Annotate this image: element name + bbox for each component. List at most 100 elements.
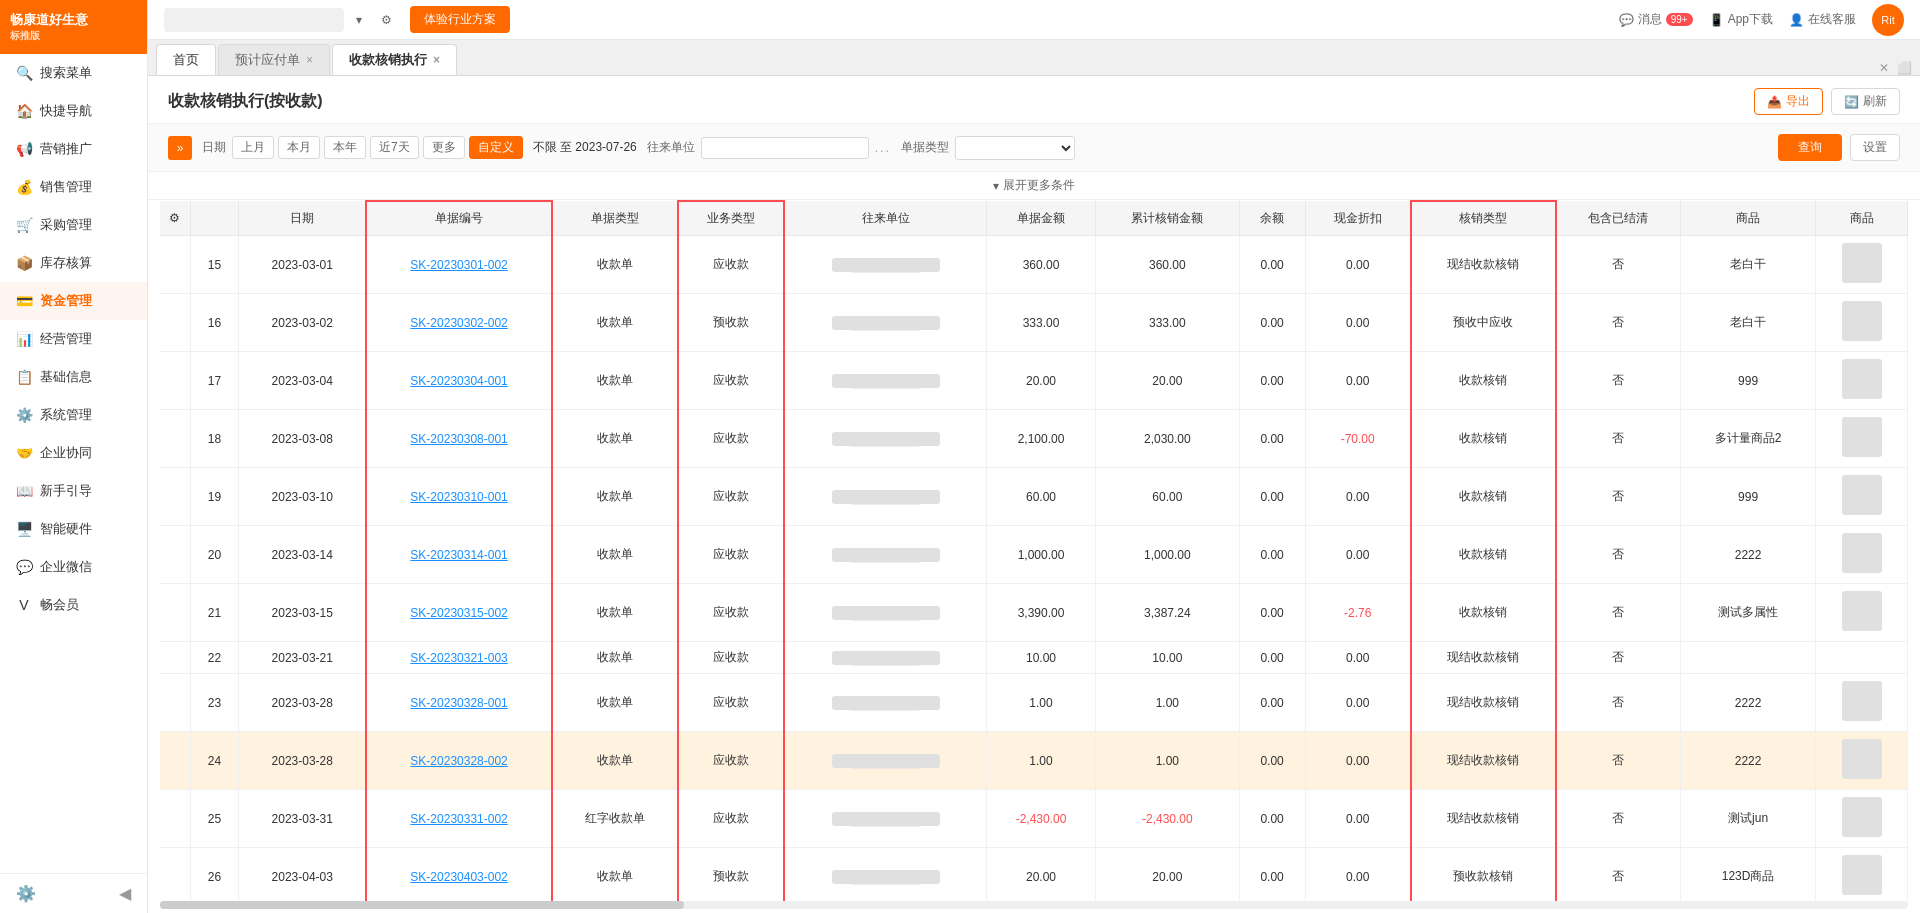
cell-voucher-no: SK-20230302-002 (366, 294, 552, 352)
voucher-link[interactable]: SK-20230321-003 (410, 651, 507, 665)
cell-cum-verify: 1,000.00 (1096, 526, 1239, 584)
sidebar-item-basic[interactable]: 📋基础信息 (0, 358, 147, 396)
notifications-area[interactable]: 💬 消息 99+ (1619, 11, 1693, 28)
cell-cash-discount: 0.00 (1305, 674, 1411, 732)
partner-input[interactable] (701, 137, 869, 159)
col-seq (190, 201, 239, 236)
sidebar-item-system[interactable]: ⚙️系统管理 (0, 396, 147, 434)
cell-settings (160, 526, 190, 584)
cell-amount: 2,100.00 (986, 410, 1095, 468)
voucher-link[interactable]: SK-20230328-001 (410, 696, 507, 710)
cell-balance: 0.00 (1239, 468, 1305, 526)
voucher-link[interactable]: SK-20230328-002 (410, 754, 507, 768)
last-month-btn[interactable]: 上月 (232, 136, 274, 159)
maximize-icon[interactable]: ⬜ (1897, 61, 1912, 75)
industry-solution-button[interactable]: 体验行业方案 (410, 6, 510, 33)
voucher-link[interactable]: SK-20230403-002 (410, 870, 507, 884)
custom-date-btn[interactable]: 自定义 (469, 136, 523, 159)
refresh-button[interactable]: 🔄 刷新 (1831, 88, 1900, 115)
topbar-brand (164, 8, 344, 32)
this-year-btn[interactable]: 本年 (324, 136, 366, 159)
tab-close-collection-verify[interactable]: × (433, 53, 440, 67)
col-settings[interactable]: ⚙ (160, 201, 190, 236)
sidebar-item-guide[interactable]: 📖新手引导 (0, 472, 147, 510)
voucher-link[interactable]: SK-20230301-002 (410, 258, 507, 272)
cell-date: 2023-03-28 (239, 732, 366, 790)
cell-goods: 2222 (1681, 526, 1816, 584)
cell-include-settled: 否 (1556, 410, 1681, 468)
sidebar-item-member[interactable]: V畅会员 (0, 586, 147, 624)
sidebar-item-purchase[interactable]: 🛒采购管理 (0, 206, 147, 244)
collapse-icon[interactable]: ◀ (119, 884, 131, 903)
cell-goods: 123D商品 (1681, 848, 1816, 902)
cell-cum-verify: 1.00 (1096, 732, 1239, 790)
tab-collection-verify[interactable]: 收款核销执行× (332, 44, 457, 75)
gear-icon[interactable]: ⚙ (374, 8, 398, 32)
cell-verify-type: 现结收款核销 (1411, 790, 1556, 848)
cell-partner: ████████ (784, 468, 986, 526)
cell-goods: 2222 (1681, 732, 1816, 790)
voucher-link[interactable]: SK-20230310-001 (410, 490, 507, 504)
last-7days-btn[interactable]: 近7天 (370, 136, 419, 159)
expand-more-bar[interactable]: ▾ 展开更多条件 (148, 172, 1920, 200)
settings-icon[interactable]: ⚙️ (16, 884, 36, 903)
query-button[interactable]: 查询 (1778, 134, 1842, 161)
cell-biz-type: 应收款 (678, 526, 784, 584)
scrollbar-thumb[interactable] (160, 901, 684, 909)
sidebar-item-search[interactable]: 🔍搜索菜单 (0, 54, 147, 92)
voucher-link[interactable]: SK-20230331-002 (410, 812, 507, 826)
voucher-link[interactable]: SK-20230302-002 (410, 316, 507, 330)
this-month-btn[interactable]: 本月 (278, 136, 320, 159)
cell-goods: 999 (1681, 468, 1816, 526)
cell-goods: 测试多属性 (1681, 584, 1816, 642)
cell-date: 2023-03-28 (239, 674, 366, 732)
table-row: 26 2023-04-03 SK-20230403-002 收款单 预收款 ██… (160, 848, 1908, 902)
cell-date: 2023-03-15 (239, 584, 366, 642)
voucher-type-select[interactable] (955, 136, 1075, 160)
table-row: 19 2023-03-10 SK-20230310-001 收款单 应收款 ██… (160, 468, 1908, 526)
filter-toggle-button[interactable]: » (168, 136, 192, 160)
user-avatar[interactable]: Rit (1872, 4, 1904, 36)
cell-settings (160, 674, 190, 732)
horizontal-scrollbar[interactable] (160, 901, 1908, 909)
sidebar-item-operations[interactable]: 📊经营管理 (0, 320, 147, 358)
cell-verify-type: 收款核销 (1411, 526, 1556, 584)
online-service-area[interactable]: 👤 在线客服 (1789, 11, 1856, 28)
cell-goods2 (1816, 526, 1908, 584)
more-date-btn[interactable]: 更多 (423, 136, 465, 159)
voucher-link[interactable]: SK-20230304-001 (410, 374, 507, 388)
sidebar-item-corp[interactable]: 🤝企业协同 (0, 434, 147, 472)
cell-verify-type: 现结收款核销 (1411, 642, 1556, 674)
cell-cash-discount: 0.00 (1305, 352, 1411, 410)
export-button[interactable]: 📤 导出 (1754, 88, 1823, 115)
tab-close-prepay[interactable]: × (306, 53, 313, 67)
cell-date: 2023-03-01 (239, 236, 366, 294)
sidebar-item-finance[interactable]: 💳资金管理 (0, 282, 147, 320)
col-include-settled: 包含已结清 (1556, 201, 1681, 236)
voucher-type-label: 单据类型 (901, 139, 949, 156)
cell-balance: 0.00 (1239, 848, 1305, 902)
voucher-link[interactable]: SK-20230314-001 (410, 548, 507, 562)
voucher-link[interactable]: SK-20230315-002 (410, 606, 507, 620)
cell-seq: 17 (190, 352, 239, 410)
cell-goods2 (1816, 674, 1908, 732)
cell-goods2 (1816, 848, 1908, 902)
sidebar-item-quick-nav[interactable]: 🏠快捷导航 (0, 92, 147, 130)
filter-settings-button[interactable]: 设置 (1850, 134, 1900, 161)
table-row: 23 2023-03-28 SK-20230328-001 收款单 应收款 ██… (160, 674, 1908, 732)
sidebar-item-inventory[interactable]: 📦库存核算 (0, 244, 147, 282)
tab-home[interactable]: 首页 (156, 44, 216, 75)
voucher-link[interactable]: SK-20230308-001 (410, 432, 507, 446)
sidebar-item-hardware[interactable]: 🖥️智能硬件 (0, 510, 147, 548)
cell-cum-verify: 60.00 (1096, 468, 1239, 526)
cell-settings (160, 732, 190, 790)
tab-prepay[interactable]: 预计应付单× (218, 44, 330, 75)
app-download-area[interactable]: 📱 App下载 (1709, 11, 1773, 28)
topbar-dropdown[interactable]: ▾ (356, 13, 362, 27)
sidebar-item-wechat[interactable]: 💬企业微信 (0, 548, 147, 586)
sidebar-item-sales[interactable]: 💰销售管理 (0, 168, 147, 206)
sidebar-item-marketing[interactable]: 📢营销推广 (0, 130, 147, 168)
cell-cum-verify: 2,030.00 (1096, 410, 1239, 468)
close-window-icon[interactable]: ✕ (1879, 61, 1889, 75)
cell-settings (160, 584, 190, 642)
